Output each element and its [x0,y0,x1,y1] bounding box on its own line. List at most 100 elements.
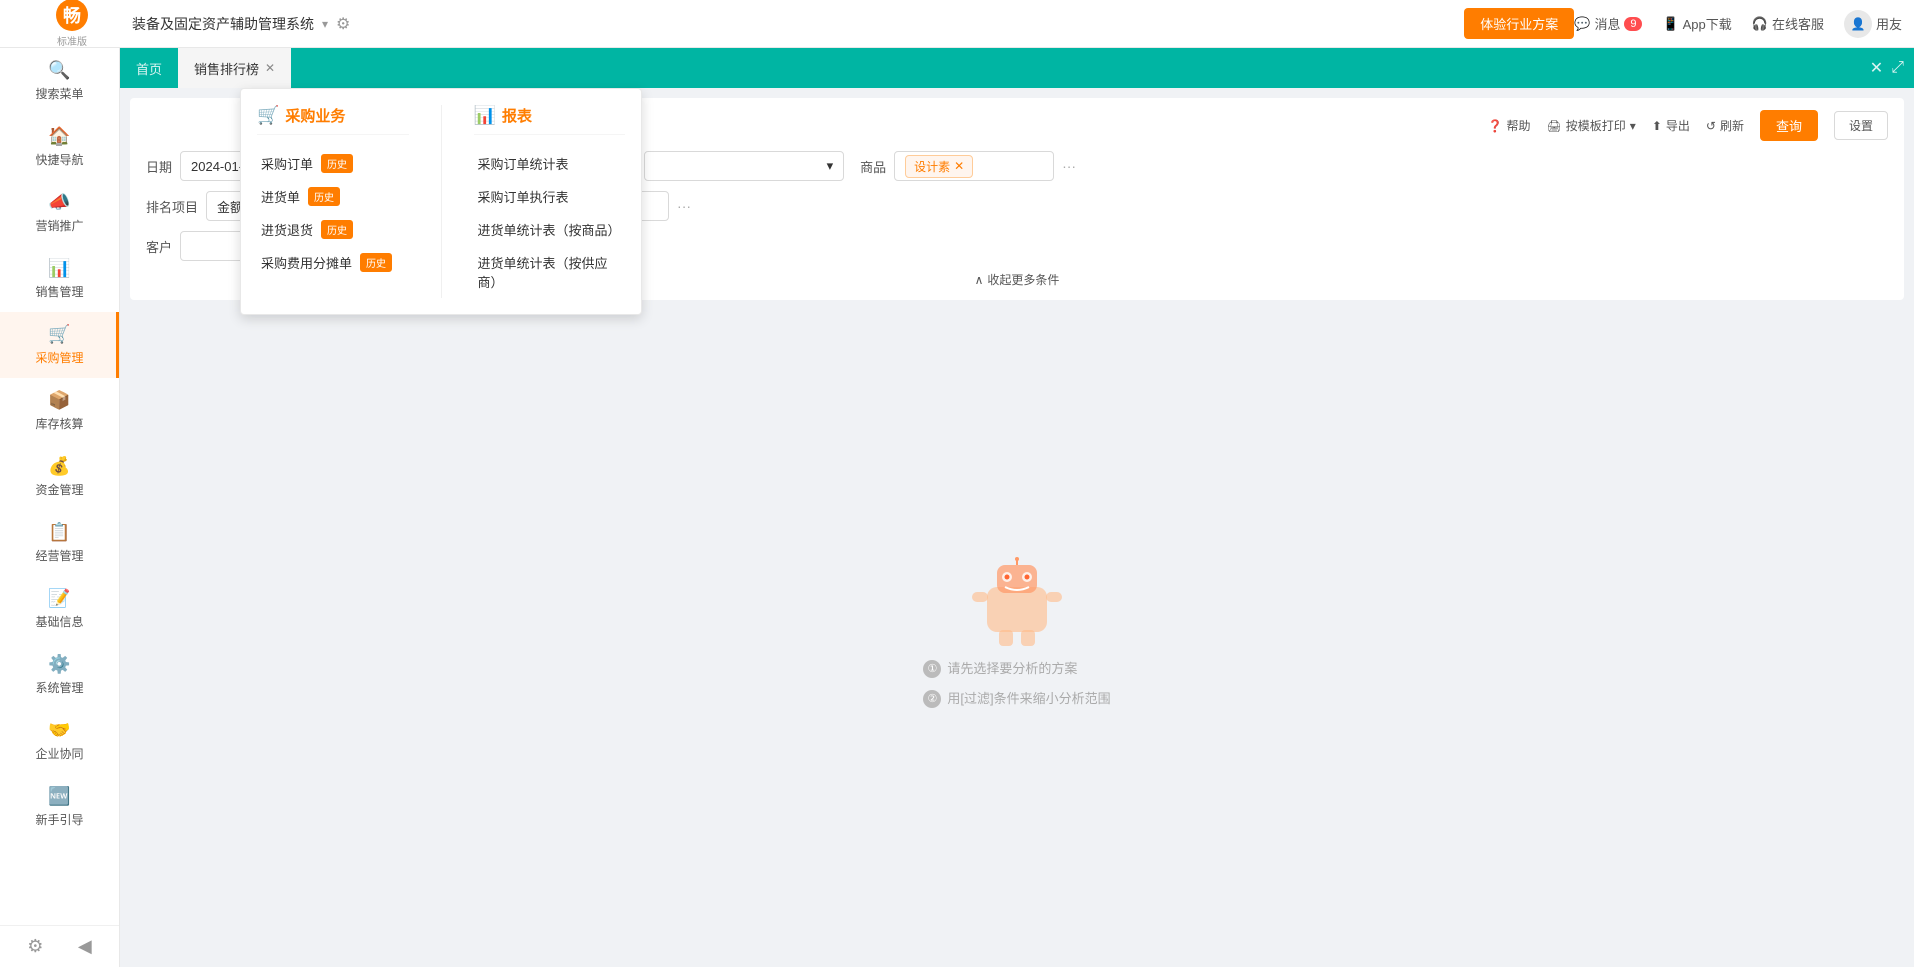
refresh-icon: ↺ [1706,119,1716,133]
report-col-title-text: 报表 [502,105,532,126]
capital-icon: 💰 [48,456,70,477]
sidebar-item-operation[interactable]: 📋 经营管理 [0,510,119,576]
tab-close-icon[interactable]: ✕ [265,61,275,75]
app-download-item[interactable]: 📱 App下载 [1662,14,1731,33]
sidebar-item-inventory[interactable]: 📦 库存核算 [0,378,119,444]
inventory-icon: 📦 [48,390,70,411]
help-icon: ❓ [1488,119,1503,133]
help-label: 帮助 [1507,117,1531,134]
basicinfo-icon: 📝 [48,588,70,609]
purchase-icon: 🛒 [48,324,70,345]
tab-sales-ranking[interactable]: 销售排行榜 ✕ [178,48,291,88]
marketing-icon: 📣 [48,192,70,213]
online-service-item[interactable]: 🎧 在线客服 [1752,14,1824,33]
system-title-text: 装备及固定资产辅助管理系统 [132,14,314,34]
sidebar-bottom: ⚙ ◀ [0,925,119,967]
dropdown-report-col: 📊 报表 采购订单统计表 采购订单执行表 进货单统计表（按商品） 进货单统计表（… [474,105,626,298]
user-avatar: 👤 [1844,10,1872,38]
purchase-order-exec-label: 采购订单执行表 [478,187,569,206]
doc-status-arrow: ▾ [827,158,834,174]
dropdown-item-purchase-order[interactable]: 采购订单 历史 [257,147,409,180]
purchase-col-title: 🛒 采购业务 [257,105,409,135]
dropdown-item-purchase-order-exec[interactable]: 采购订单执行表 [474,180,626,213]
phone-icon: 📱 [1662,16,1678,32]
tab-expand-icon[interactable]: ⤢ [1891,59,1904,77]
goods-tag-text: 设计素 [914,158,950,175]
sidebar-label-sales: 销售管理 [35,283,83,300]
sidebar-item-newbie[interactable]: 🆕 新手引导 [0,774,119,840]
sidebar-label-purchase: 采购管理 [35,349,83,366]
cooperation-icon: 🤝 [48,720,70,741]
empty-tip2: 用[过滤]条件来缩小分析范围 [947,687,1110,711]
sidebar-item-system[interactable]: ⚙️ 系统管理 [0,642,119,708]
dropdown-item-purchase-goods[interactable]: 进货单 历史 [257,180,409,213]
purchase-order-history-badge: 历史 [321,154,353,173]
sidebar-label-system: 系统管理 [35,679,83,696]
sidebar-item-marketing[interactable]: 📣 营销推广 [0,180,119,246]
empty-icon-area [967,557,1067,637]
sidebar-item-quicknav[interactable]: 🏠 快捷导航 [0,114,119,180]
messages-item[interactable]: 💬 消息 9 [1574,14,1642,33]
dropdown-item-purchase-expense[interactable]: 采购费用分摊单 历史 [257,246,409,279]
empty-step-1: ① 请先选择要分析的方案 [923,657,1110,681]
dropdown-item-goods-stat-by-supplier[interactable]: 进货单统计表（按供应商） [474,246,626,298]
message-icon: 💬 [1574,16,1590,32]
settings-btn[interactable]: 设置 [1834,111,1888,140]
tab-home-label: 首页 [136,59,162,78]
empty-tip1: 请先选择要分析的方案 [947,657,1077,681]
sidebar-label-operation: 经营管理 [35,547,83,564]
help-btn[interactable]: ❓ 帮助 [1488,117,1531,134]
goods-tag-close[interactable]: ✕ [954,159,964,173]
query-btn[interactable]: 查询 [1760,110,1818,141]
staff-ellipsis[interactable]: ··· [677,198,691,214]
sidebar-item-search[interactable]: 🔍 搜索菜单 [0,48,119,114]
purchase-order-label: 采购订单 [261,154,313,173]
sidebar-item-sales[interactable]: 📊 销售管理 [0,246,119,312]
system-settings-icon[interactable]: ⚙ [336,14,350,34]
print-dropdown-icon[interactable]: ▾ [1630,119,1636,133]
online-service-label: 在线客服 [1772,14,1824,33]
goods-label: 商品 [860,157,886,176]
purchase-col-title-text: 采购业务 [285,105,345,126]
header-system-title: 装备及固定资产辅助管理系统 ▾ ⚙ [132,14,1464,34]
operation-icon: 📋 [48,522,70,543]
purchase-col-icon: 🛒 [257,105,279,126]
sidebar-item-purchase[interactable]: 🛒 采购管理 [0,312,119,378]
tab-close-all-icon[interactable]: ✕ [1870,58,1883,78]
user-label: 用友 [1876,14,1902,33]
system-dropdown-arrow[interactable]: ▾ [322,17,328,31]
customer-label: 客户 [146,237,172,256]
bottom-settings-icon[interactable]: ⚙ [27,936,43,957]
doc-status-select[interactable]: ▾ [644,151,844,181]
sidebar-label-quicknav: 快捷导航 [35,151,83,168]
print-btn[interactable]: 🖨 按模板打印 ▾ [1547,117,1636,134]
sidebar-item-capital[interactable]: 💰 资金管理 [0,444,119,510]
goods-select[interactable]: 设计素 ✕ [894,151,1054,181]
dropdown-item-goods-stat-by-goods[interactable]: 进货单统计表（按商品） [474,213,626,246]
sidebar-label-marketing: 营销推广 [35,217,83,234]
collapse-arrow-icon: ∧ [975,273,984,287]
bottom-collapse-icon[interactable]: ◀ [78,936,92,957]
sidebar-label-search: 搜索菜单 [35,85,83,102]
sidebar-label-inventory: 库存核算 [35,415,83,432]
refresh-label: 刷新 [1720,117,1744,134]
dropdown-item-purchase-return[interactable]: 进货退货 历史 [257,213,409,246]
goods-stat-by-goods-label: 进货单统计表（按商品） [478,220,621,239]
newbie-icon: 🆕 [48,786,70,807]
logo-area: 畅 标准版 [12,0,132,48]
sidebar-item-basicinfo[interactable]: 📝 基础信息 [0,576,119,642]
empty-robot-svg [967,557,1067,647]
report-col-icon: 📊 [474,105,496,126]
export-btn[interactable]: ⬆ 导出 [1652,117,1690,134]
tab-sales-ranking-label: 销售排行榜 [194,59,259,78]
industry-btn[interactable]: 体验行业方案 [1464,8,1574,39]
goods-stat-by-supplier-label: 进货单统计表（按供应商） [478,253,622,291]
user-item[interactable]: 👤 用友 [1844,10,1902,38]
dropdown-item-purchase-order-stat[interactable]: 采购订单统计表 [474,147,626,180]
goods-ellipsis[interactable]: ··· [1062,158,1076,174]
refresh-btn[interactable]: ↺ 刷新 [1706,117,1744,134]
date-label: 日期 [146,157,172,176]
tab-home[interactable]: 首页 [120,48,178,88]
purchase-goods-history-badge: 历史 [308,187,340,206]
sidebar-item-cooperation[interactable]: 🤝 企业协同 [0,708,119,774]
